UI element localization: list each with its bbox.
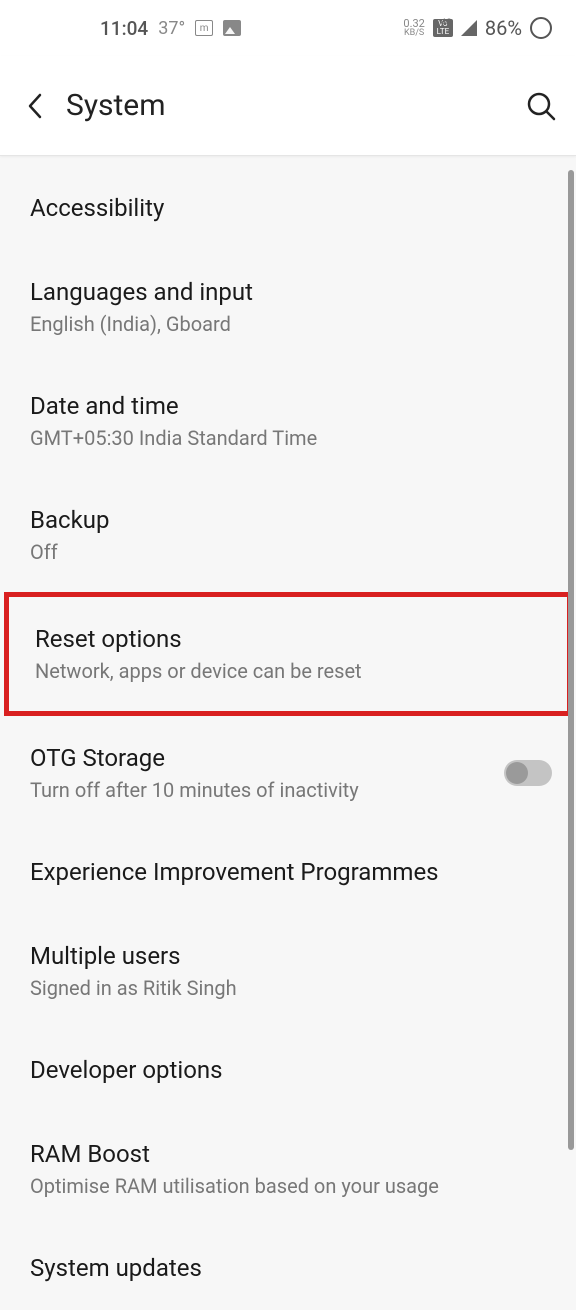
setting-backup[interactable]: Backup Off: [0, 478, 576, 592]
setting-title: Accessibility: [30, 194, 546, 222]
image-icon: [223, 20, 241, 36]
setting-title: System updates: [30, 1254, 546, 1282]
setting-title: Reset options: [35, 625, 537, 653]
scrollbar[interactable]: [568, 170, 574, 1150]
setting-experience-improvement[interactable]: Experience Improvement Programmes: [0, 830, 576, 914]
search-button[interactable]: [526, 91, 556, 121]
signal-icon: 4G: [461, 20, 477, 36]
battery-icon: [530, 17, 552, 39]
setting-title: Developer options: [30, 1056, 546, 1084]
setting-date-time[interactable]: Date and time GMT+05:30 India Standard T…: [0, 364, 576, 478]
setting-reset-options[interactable]: Reset options Network, apps or device ca…: [9, 597, 567, 711]
setting-title: Date and time: [30, 392, 546, 420]
setting-multiple-users[interactable]: Multiple users Signed in as Ritik Singh: [0, 914, 576, 1028]
setting-developer-options[interactable]: Developer options: [0, 1028, 576, 1112]
highlight-annotation: Reset options Network, apps or device ca…: [4, 592, 572, 716]
search-icon: [526, 91, 556, 121]
setting-title: RAM Boost: [30, 1140, 546, 1168]
page-title: System: [66, 88, 526, 123]
battery-percent: 86%: [485, 16, 522, 40]
toggle-knob: [506, 762, 528, 784]
setting-title: Experience Improvement Programmes: [30, 858, 546, 886]
status-temp: 37°: [158, 18, 185, 39]
otg-toggle[interactable]: [504, 760, 552, 786]
setting-subtitle: Signed in as Ritik Singh: [30, 976, 546, 1000]
setting-subtitle: Turn off after 10 minutes of inactivity: [30, 778, 546, 802]
status-right: 0.32 KB/S Vo LTE 4G 86%: [403, 16, 552, 40]
header: System: [0, 56, 576, 156]
chevron-left-icon: [27, 93, 43, 119]
setting-system-updates[interactable]: System updates: [0, 1226, 576, 1310]
status-left: 11:04 37° m: [100, 17, 241, 40]
setting-subtitle: English (India), Gboard: [30, 312, 546, 336]
setting-title: Multiple users: [30, 942, 546, 970]
back-button[interactable]: [20, 91, 50, 121]
setting-languages-input[interactable]: Languages and input English (India), Gbo…: [0, 250, 576, 364]
setting-subtitle: Network, apps or device can be reset: [35, 659, 537, 683]
data-speed: 0.32 KB/S: [403, 18, 424, 38]
setting-subtitle: Off: [30, 540, 546, 564]
setting-subtitle: Optimise RAM utilisation based on your u…: [30, 1174, 546, 1198]
setting-subtitle: GMT+05:30 India Standard Time: [30, 426, 546, 450]
setting-otg-storage[interactable]: OTG Storage Turn off after 10 minutes of…: [0, 716, 576, 830]
setting-ram-boost[interactable]: RAM Boost Optimise RAM utilisation based…: [0, 1112, 576, 1226]
toggle-track: [504, 760, 552, 786]
status-time: 11:04: [100, 17, 148, 40]
setting-title: Languages and input: [30, 278, 546, 306]
m-icon: m: [195, 20, 213, 36]
settings-list: Accessibility Languages and input Englis…: [0, 166, 576, 1310]
setting-title: OTG Storage: [30, 744, 546, 772]
status-bar: 11:04 37° m 0.32 KB/S Vo LTE 4G 86%: [0, 0, 576, 56]
setting-title: Backup: [30, 506, 546, 534]
setting-accessibility[interactable]: Accessibility: [0, 166, 576, 250]
